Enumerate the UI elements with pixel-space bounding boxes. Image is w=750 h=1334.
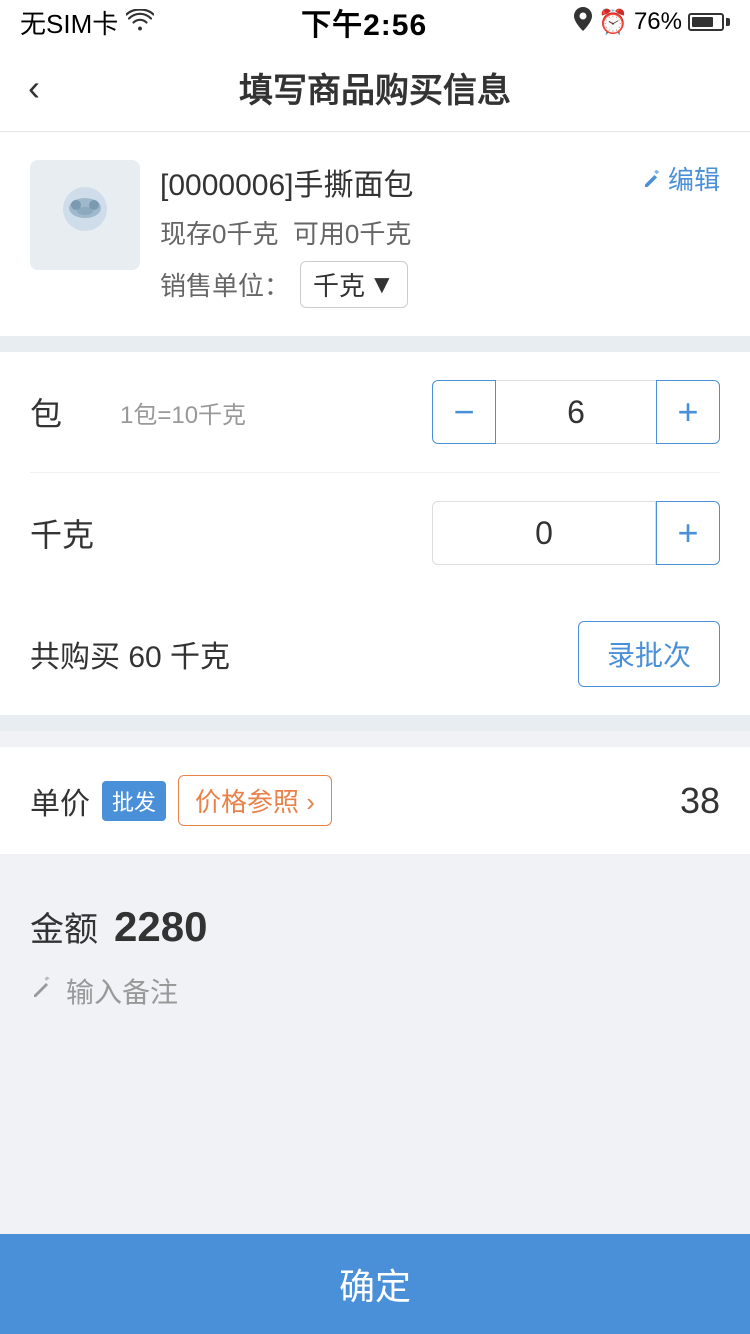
product-logo xyxy=(50,184,120,246)
back-button[interactable]: ‹ xyxy=(28,67,40,109)
confirm-button[interactable]: 确定 xyxy=(0,1234,750,1334)
content: [0000006]手撕面包 编辑 现存0千克 可用0千克 销售单位： 千克 ▼ xyxy=(0,132,750,1234)
summary-text: 共购买 60 千克 xyxy=(30,632,230,676)
bag-input-controls: − + xyxy=(432,380,720,444)
section-divider-1 xyxy=(0,336,750,352)
wifi-icon xyxy=(126,7,154,38)
price-ref-button[interactable]: 价格参照 › xyxy=(178,775,332,826)
unit-select[interactable]: 千克 ▼ xyxy=(300,261,408,308)
chevron-down-icon: ▼ xyxy=(369,269,395,300)
empty-space xyxy=(0,1041,750,1234)
amount-section: 金额 2280 输入备注 xyxy=(0,854,750,1041)
product-image xyxy=(30,160,140,270)
bag-label: 包 xyxy=(30,389,110,435)
pencil-icon xyxy=(30,975,56,1008)
carrier-label: 无SIM卡 xyxy=(20,4,118,41)
kg-input-row: 千克 + xyxy=(30,473,720,593)
location-icon xyxy=(574,7,592,38)
kg-plus-button[interactable]: + xyxy=(656,501,720,565)
status-left: 无SIM卡 xyxy=(20,4,154,41)
bag-input-row: 包 1包=10千克 − + xyxy=(30,352,720,473)
amount-value: 2280 xyxy=(114,903,207,951)
kg-label: 千克 xyxy=(30,510,110,556)
amount-row: 金额 2280 xyxy=(30,882,720,961)
product-stock: 现存0千克 可用0千克 xyxy=(160,214,720,251)
price-label: 单价 xyxy=(30,779,90,823)
price-section: 单价 批发 价格参照 › 38 xyxy=(0,747,750,854)
product-name: [0000006]手撕面包 xyxy=(160,160,413,204)
product-name-row: [0000006]手撕面包 编辑 xyxy=(160,160,720,204)
page-title: 填写商品购买信息 xyxy=(239,63,511,112)
kg-quantity-input[interactable] xyxy=(432,501,656,565)
batch-button[interactable]: 录批次 xyxy=(578,621,720,687)
status-time: 下午2:56 xyxy=(301,0,427,44)
remark-row[interactable]: 输入备注 xyxy=(30,961,720,1041)
status-bar: 无SIM卡 下午2:56 ⏰ 76% xyxy=(0,0,750,44)
section-divider-2 xyxy=(0,715,750,731)
nav-bar: ‹ 填写商品购买信息 xyxy=(0,44,750,132)
product-info: [0000006]手撕面包 编辑 现存0千克 可用0千克 销售单位： 千克 ▼ xyxy=(160,160,720,308)
bag-minus-button[interactable]: − xyxy=(432,380,496,444)
summary-section: 共购买 60 千克 录批次 xyxy=(0,593,750,715)
status-right: ⏰ 76% xyxy=(574,7,730,38)
battery-percent: 76% xyxy=(634,8,682,36)
amount-label: 金额 xyxy=(30,902,98,951)
remark-placeholder: 输入备注 xyxy=(66,971,178,1011)
kg-input-controls: + xyxy=(432,501,720,565)
bag-plus-button[interactable]: + xyxy=(656,380,720,444)
input-section: 包 1包=10千克 − + 千克 + xyxy=(0,352,750,593)
edit-button[interactable]: 编辑 xyxy=(642,160,720,197)
bag-sub-label: 1包=10千克 xyxy=(120,395,246,430)
product-card: [0000006]手撕面包 编辑 现存0千克 可用0千克 销售单位： 千克 ▼ xyxy=(0,132,750,336)
bag-quantity-input[interactable] xyxy=(496,380,656,444)
price-value: 38 xyxy=(680,780,720,822)
price-badge: 批发 xyxy=(102,781,166,821)
product-unit-row: 销售单位： 千克 ▼ xyxy=(160,261,720,308)
alarm-icon: ⏰ xyxy=(598,8,628,37)
battery-icon xyxy=(688,13,730,31)
